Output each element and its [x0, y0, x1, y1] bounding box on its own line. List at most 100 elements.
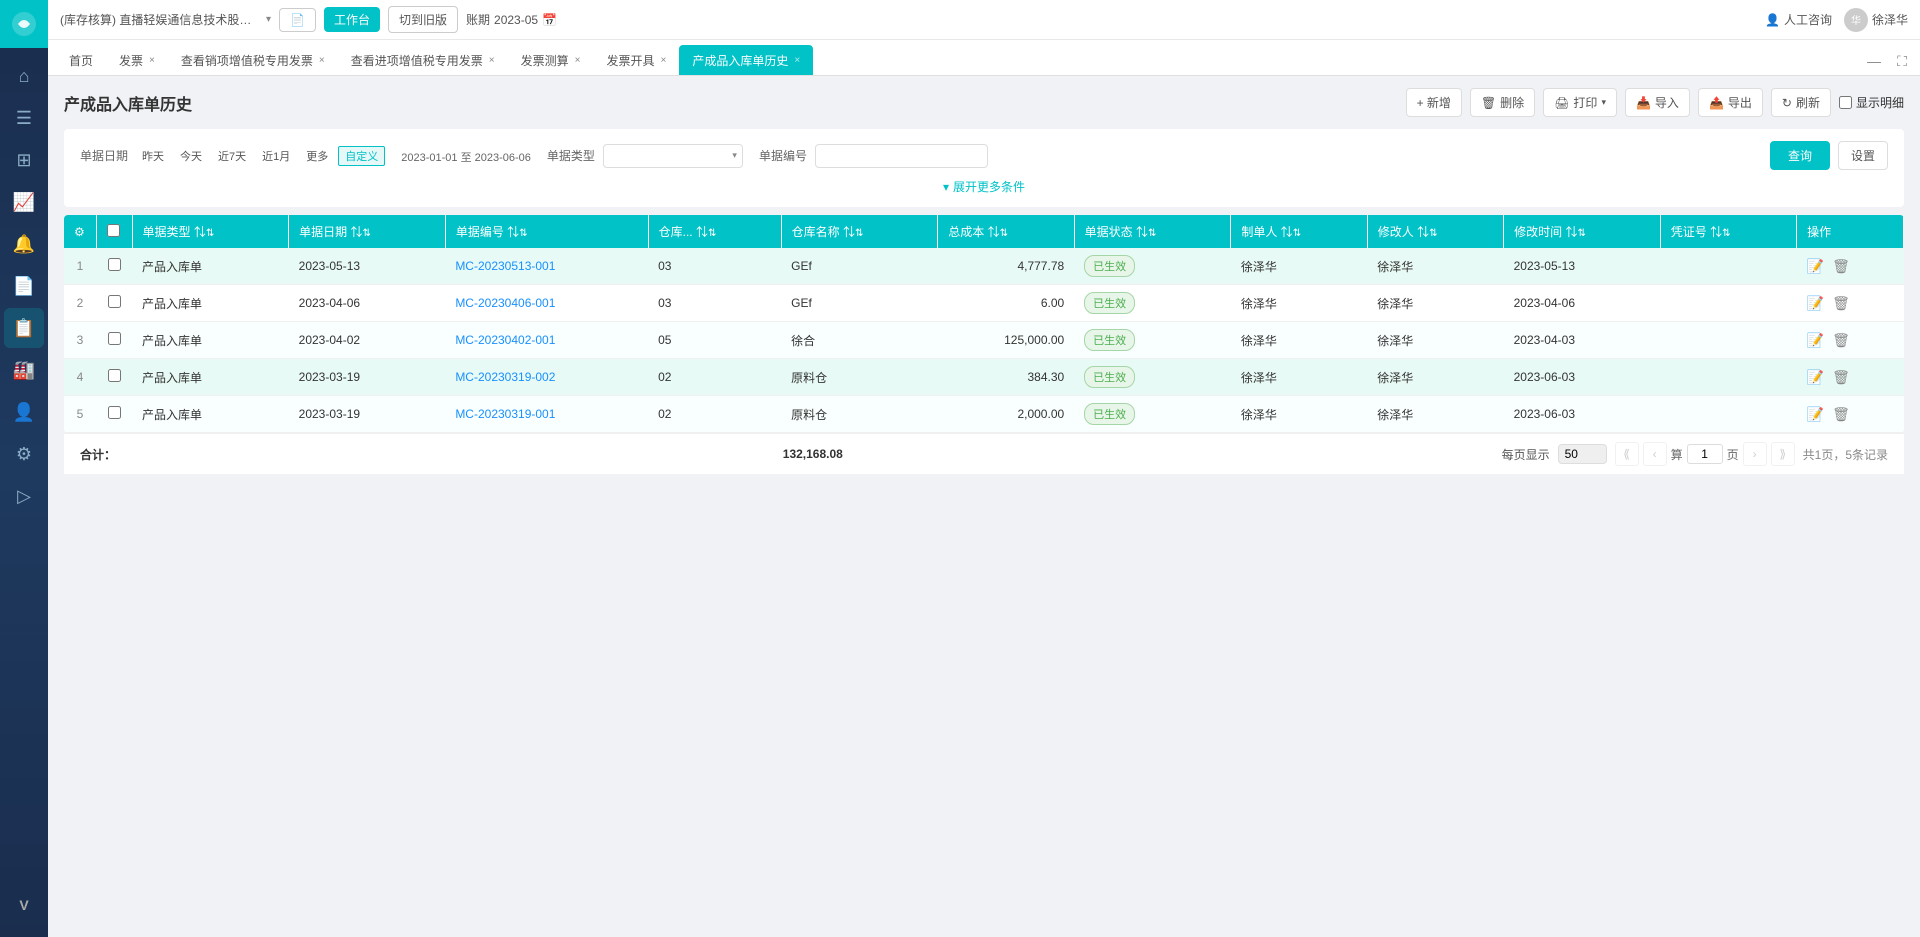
edit-icon-4[interactable]: 📝 — [1807, 406, 1824, 423]
tab-sales-vat-close[interactable]: × — [319, 55, 325, 66]
tabbar: 首页 发票 × 查看销项增值税专用发票 × 查看进项增值税专用发票 × 发票测算… — [48, 40, 1920, 76]
sidebar-item-chart[interactable]: 📈 — [4, 182, 44, 222]
row-select-2[interactable] — [108, 332, 121, 345]
date-btn-today[interactable]: 今天 — [174, 146, 208, 166]
delete-button[interactable]: 🗑 删除 — [1470, 88, 1535, 117]
tab-invoice[interactable]: 发票 × — [106, 45, 168, 75]
tab-product-inbound[interactable]: 产成品入库单历史 × — [679, 45, 813, 75]
sidebar-item-user[interactable]: 👤 — [4, 392, 44, 432]
col-settings[interactable]: ⚙ — [64, 215, 96, 248]
edit-icon-2[interactable]: 📝 — [1807, 332, 1824, 349]
date-btn-1month[interactable]: 近1月 — [256, 146, 296, 166]
tab-purchase-vat[interactable]: 查看进项增值税专用发票 × — [338, 45, 508, 75]
sidebar-item-v[interactable]: V — [4, 885, 44, 925]
export-button[interactable]: 📤 导出 — [1698, 88, 1763, 117]
delete-icon-1[interactable]: 🗑 — [1832, 295, 1850, 312]
tab-invoice-calc[interactable]: 发票测算 × — [508, 45, 594, 75]
row-select-3[interactable] — [108, 369, 121, 382]
page-input[interactable] — [1687, 444, 1723, 464]
row-voucher-4 — [1660, 396, 1796, 433]
date-btn-yesterday[interactable]: 昨天 — [136, 146, 170, 166]
doc-no-link-3[interactable]: MC-20230319-002 — [455, 370, 555, 384]
prev-page-button[interactable]: ‹ — [1643, 442, 1667, 466]
last-page-button[interactable]: ⟫ — [1771, 442, 1795, 466]
query-button[interactable]: 查询 — [1770, 141, 1830, 170]
delete-icon-3[interactable]: 🗑 — [1832, 369, 1850, 386]
row-actions-2: 📝 🗑 — [1797, 322, 1904, 359]
new-button[interactable]: + 新增 — [1406, 88, 1462, 117]
col-status[interactable]: 单据状态 ⇅ — [1074, 215, 1231, 248]
workbench-button[interactable]: 工作台 — [324, 7, 380, 32]
col-warehouse-name[interactable]: 仓库名称 ⇅ — [781, 215, 938, 248]
row-select-1[interactable] — [108, 295, 121, 308]
tab-purchase-vat-close[interactable]: × — [489, 55, 495, 66]
print-button[interactable]: 🖨 打印 ▾ — [1543, 88, 1617, 117]
table-header: ⚙ 单据类型 ⇅ 单据日期 ⇅ 单据编号 ⇅ 仓库... ⇅ 仓库名称 ⇅ 总成… — [64, 215, 1904, 248]
tab-home[interactable]: 首页 — [56, 45, 106, 75]
sidebar-item-play[interactable]: ▷ — [4, 476, 44, 516]
sidebar-item-settings[interactable]: ⚙ — [4, 434, 44, 474]
expand-filter-button[interactable]: ▾ 展开更多条件 — [943, 178, 1025, 195]
edit-icon-3[interactable]: 📝 — [1807, 369, 1824, 386]
edit-icon-0[interactable]: 📝 — [1807, 258, 1824, 275]
sidebar-item-home[interactable]: ⌂ — [4, 56, 44, 96]
date-btn-custom[interactable]: 自定义 — [338, 146, 385, 166]
window-minimize-button[interactable]: — — [1864, 51, 1884, 71]
row-select-0[interactable] — [108, 258, 121, 271]
first-page-button[interactable]: ⟪ — [1615, 442, 1639, 466]
tab-invoice-issue-close[interactable]: × — [660, 55, 666, 66]
per-page-select[interactable]: 50 100 200 — [1558, 444, 1607, 464]
col-doc-type[interactable]: 单据类型 ⇅ — [132, 215, 289, 248]
date-btn-more[interactable]: 更多 — [300, 146, 334, 166]
switch-version-button[interactable]: 切到旧版 — [388, 6, 458, 33]
tab-invoice-close[interactable]: × — [149, 55, 155, 66]
brand-dropdown-icon[interactable]: ▾ — [266, 14, 271, 25]
edit-icon-1[interactable]: 📝 — [1807, 295, 1824, 312]
col-doc-no[interactable]: 单据编号 ⇅ — [445, 215, 648, 248]
tab-invoice-issue[interactable]: 发票开具 × — [593, 45, 679, 75]
col-creator[interactable]: 制单人 ⇅ — [1231, 215, 1367, 248]
col-modifier[interactable]: 修改人 ⇅ — [1367, 215, 1503, 248]
calendar-icon[interactable]: 📅 — [542, 13, 557, 27]
period-value: 2023-05 — [494, 13, 538, 27]
app-logo[interactable] — [0, 0, 48, 48]
col-modify-time[interactable]: 修改时间 ⇅ — [1504, 215, 1661, 248]
sidebar-item-doc[interactable]: 📄 — [4, 266, 44, 306]
date-btn-7days[interactable]: 近7天 — [212, 146, 252, 166]
delete-icon-4[interactable]: 🗑 — [1832, 406, 1850, 423]
doc-no-link-0[interactable]: MC-20230513-001 — [455, 259, 555, 273]
settings-button[interactable]: 设置 — [1838, 141, 1888, 170]
row-select-4[interactable] — [108, 406, 121, 419]
docno-input[interactable] — [815, 144, 988, 168]
col-total-cost[interactable]: 总成本 ⇅ — [938, 215, 1074, 248]
tab-product-inbound-close[interactable]: × — [794, 55, 800, 66]
next-page-button[interactable]: › — [1743, 442, 1767, 466]
sidebar-item-grid[interactable]: ⊞ — [4, 140, 44, 180]
sort-icon-docdate: ⇅ — [351, 225, 371, 239]
sidebar-item-clipboard[interactable]: 📋 — [4, 308, 44, 348]
tab-sales-vat[interactable]: 查看销项增值税专用发票 × — [168, 45, 338, 75]
col-warehouse-code[interactable]: 仓库... ⇅ — [648, 215, 781, 248]
tab-invoice-calc-close[interactable]: × — [575, 55, 581, 66]
doc-no-link-1[interactable]: MC-20230406-001 — [455, 296, 555, 310]
show-detail-checkbox[interactable] — [1839, 96, 1852, 109]
delete-icon-0[interactable]: 🗑 — [1832, 258, 1850, 275]
col-voucher-no[interactable]: 凭证号 ⇅ — [1660, 215, 1796, 248]
row-whname-0: GEf — [781, 248, 938, 285]
help-section[interactable]: 👤 人工咨询 — [1765, 11, 1832, 28]
doc-no-link-2[interactable]: MC-20230402-001 — [455, 333, 555, 347]
sidebar-item-factory[interactable]: 🏭 — [4, 350, 44, 390]
sidebar-item-menu[interactable]: ☰ — [4, 98, 44, 138]
col-doc-date[interactable]: 单据日期 ⇅ — [289, 215, 446, 248]
import-button[interactable]: 📥 导入 — [1625, 88, 1690, 117]
select-all-checkbox[interactable] — [107, 224, 120, 237]
user-section[interactable]: 华 徐泽华 — [1844, 8, 1908, 32]
sidebar-item-bell[interactable]: 🔔 — [4, 224, 44, 264]
doc-template-button[interactable]: 📄 — [279, 8, 316, 32]
refresh-button[interactable]: ↻ 刷新 — [1771, 88, 1831, 117]
row-doctype-2: 产品入库单 — [132, 322, 289, 359]
window-maximize-button[interactable]: ⛶ — [1892, 51, 1912, 71]
delete-icon-2[interactable]: 🗑 — [1832, 332, 1850, 349]
doctype-select[interactable] — [603, 144, 743, 168]
doc-no-link-4[interactable]: MC-20230319-001 — [455, 407, 555, 421]
